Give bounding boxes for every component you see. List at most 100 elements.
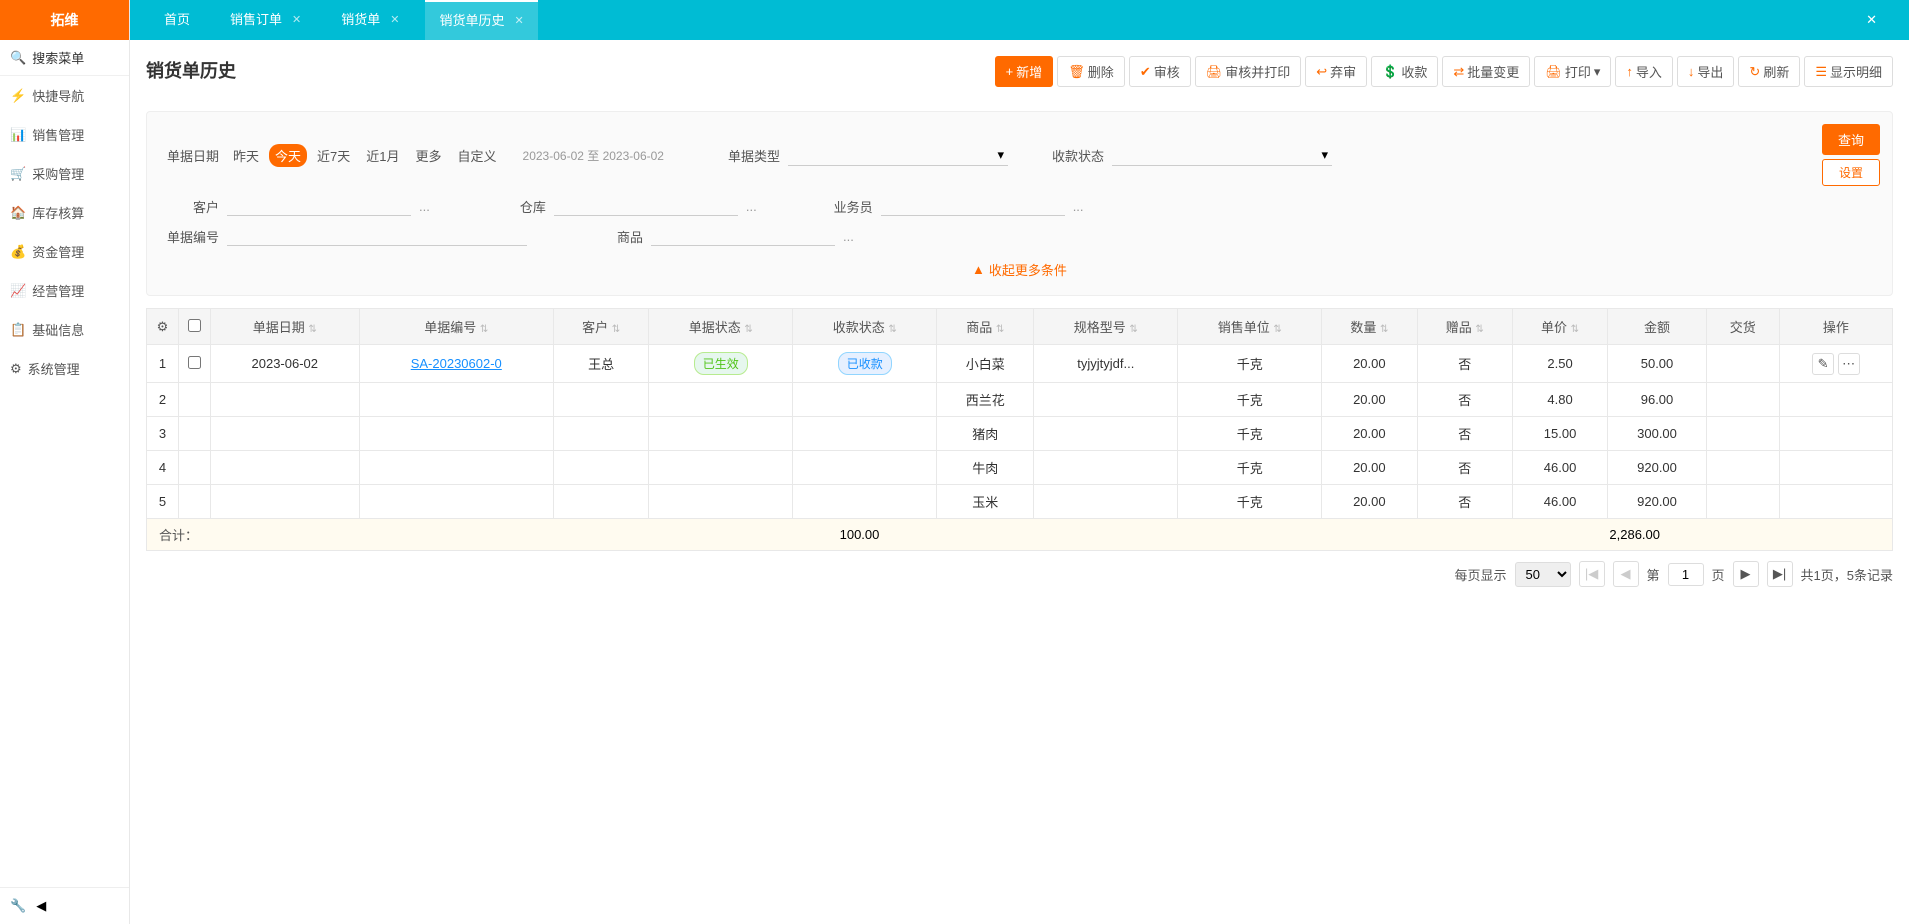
col-pay-status[interactable]: 收款状态 ⇅ (793, 309, 937, 345)
select-all-checkbox[interactable] (188, 319, 201, 332)
sidebar-item-label: 采购管理 (32, 164, 84, 183)
salesperson-input[interactable] (881, 196, 1065, 216)
cell-doc-status: 已生效 (649, 345, 793, 383)
date-quick-buttons: 昨天 今天 近7天 近1月 更多 自定义 (227, 144, 503, 167)
col-gift[interactable]: 赠品 ⇅ (1417, 309, 1512, 345)
cell-pay-status: 已收款 (793, 345, 937, 383)
sidebar-item-sys-mgmt[interactable]: ⚙ 系统管理 (0, 349, 129, 388)
close-tab-sales-history[interactable]: ✕ (515, 1, 524, 41)
salesperson-dots[interactable]: ... (1073, 199, 1084, 214)
sidebar-item-purchase-mgmt[interactable]: 🛒 采购管理 (0, 154, 129, 193)
col-doc-no[interactable]: 单据编号 ⇅ (359, 309, 553, 345)
sidebar-item-fund-mgmt[interactable]: 💰 资金管理 (0, 232, 129, 271)
cell-qty: 20.00 (1322, 485, 1417, 519)
col-spec[interactable]: 规格型号 ⇅ (1034, 309, 1178, 345)
collect-button[interactable]: 💲 收款 (1371, 56, 1438, 87)
date-btn-custom[interactable]: 自定义 (452, 144, 503, 167)
import-label: 导入 (1636, 62, 1662, 81)
abandon-button[interactable]: ↩ 弃审 (1305, 56, 1367, 87)
tab-home[interactable]: 首页 (150, 0, 204, 40)
money-icon: 💰 (10, 244, 26, 260)
tab-sales-goods[interactable]: 销货单 ✕ (327, 0, 413, 40)
close-tab-sales-order[interactable]: ✕ (292, 0, 301, 40)
delete-button[interactable]: 🗑 删除 (1057, 56, 1125, 87)
sidebar-item-basic-info[interactable]: 📋 基础信息 (0, 310, 129, 349)
last-page-btn[interactable]: ▶| (1767, 561, 1793, 587)
cell-checkbox[interactable] (179, 417, 211, 451)
col-qty[interactable]: 数量 ⇅ (1322, 309, 1417, 345)
prev-page-btn[interactable]: ◀ (1613, 561, 1639, 587)
refresh-button[interactable]: ↻ 刷新 (1738, 56, 1800, 87)
settings-bottom-icon[interactable]: 🔧 (10, 898, 26, 914)
total-info: 共1页，5条记录 (1801, 565, 1893, 584)
cell-checkbox[interactable] (179, 485, 211, 519)
cell-doc-no (359, 451, 553, 485)
cell-price: 4.80 (1512, 383, 1607, 417)
date-btn-7days[interactable]: 近7天 (311, 144, 356, 167)
collapse-sidebar-icon[interactable]: ◀ (36, 898, 46, 914)
goods-input[interactable] (651, 226, 835, 246)
date-btn-1month[interactable]: 近1月 (360, 144, 405, 167)
col-qty-label: 数量 (1350, 320, 1376, 335)
audit-print-button[interactable]: 🖨 审核并打印 (1195, 56, 1302, 87)
next-page-btn[interactable]: ▶ (1733, 561, 1759, 587)
col-price[interactable]: 单价 ⇅ (1512, 309, 1607, 345)
page-input[interactable] (1668, 563, 1704, 586)
date-btn-more[interactable]: 更多 (410, 144, 448, 167)
new-button[interactable]: + 新增 (995, 56, 1054, 87)
col-customer[interactable]: 客户 ⇅ (553, 309, 648, 345)
export-button[interactable]: ↓ 导出 (1677, 56, 1735, 87)
col-date[interactable]: 单据日期 ⇅ (211, 309, 360, 345)
collapse-filter-btn[interactable]: ▲ 收起更多条件 (159, 256, 1880, 283)
cell-checkbox[interactable] (179, 345, 211, 383)
goods-dots[interactable]: ... (843, 229, 854, 244)
date-btn-today[interactable]: 今天 (269, 144, 307, 167)
table-settings-icon[interactable]: ⚙ (157, 319, 169, 334)
row-checkbox[interactable] (188, 356, 201, 369)
settings-button[interactable]: 设置 (1822, 159, 1880, 186)
sidebar-item-inventory[interactable]: 🏠 库存核算 (0, 193, 129, 232)
cell-checkbox[interactable] (179, 451, 211, 485)
sidebar-item-quick-nav[interactable]: ⚡ 快捷导航 (0, 76, 129, 115)
print-button[interactable]: 🖨 打印 ▾ (1534, 56, 1611, 87)
audit-button[interactable]: ✔ 审核 (1129, 56, 1191, 87)
customer-label: 客户 (159, 197, 219, 216)
doc-no-link[interactable]: SA-20230602-0 (411, 356, 502, 371)
tab-sales-history[interactable]: 销货单历史 ✕ (425, 0, 537, 40)
close-all-tabs[interactable]: ✕ (1854, 12, 1889, 28)
sidebar-item-ops-mgmt[interactable]: 📈 经营管理 (0, 271, 129, 310)
sidebar-item-search-menu[interactable]: 🔍 搜索菜单 (0, 40, 129, 76)
query-button[interactable]: 查询 (1822, 124, 1880, 155)
col-goods[interactable]: 商品 ⇅ (937, 309, 1034, 345)
doc-no-input[interactable] (227, 226, 527, 246)
col-settings[interactable]: ⚙ (147, 309, 179, 345)
close-tab-sales-goods[interactable]: ✕ (390, 0, 399, 40)
cell-checkbox[interactable] (179, 383, 211, 417)
batch-change-button[interactable]: ⇄ 批量变更 (1442, 56, 1530, 87)
col-doc-status[interactable]: 单据状态 ⇅ (649, 309, 793, 345)
tab-sales-order[interactable]: 销售订单 ✕ (216, 0, 315, 40)
doc-type-select[interactable]: ▾ (788, 145, 1008, 166)
customer-dots[interactable]: ... (419, 199, 430, 214)
more-btn[interactable]: ⋯ (1838, 353, 1860, 375)
cell-ops (1779, 451, 1892, 485)
warehouse-input[interactable] (554, 196, 738, 216)
table-footer: 合计： 100.00 2,286.00 (146, 519, 1893, 551)
col-checkbox[interactable] (179, 309, 211, 345)
import-button[interactable]: ↑ 导入 (1615, 56, 1673, 87)
warehouse-dots[interactable]: ... (746, 199, 757, 214)
date-btn-yesterday[interactable]: 昨天 (227, 144, 265, 167)
first-page-btn[interactable]: |◀ (1579, 561, 1605, 587)
col-unit[interactable]: 销售单位 ⇅ (1178, 309, 1322, 345)
edit-btn[interactable]: ✎ (1812, 353, 1834, 375)
sidebar-item-sales-mgmt[interactable]: 📊 销售管理 (0, 115, 129, 154)
cell-trade (1706, 417, 1779, 451)
cell-gift: 否 (1417, 485, 1512, 519)
payment-status-select[interactable]: ▾ (1112, 145, 1332, 166)
filter-row-3: 单据编号 商品 ... (159, 226, 1880, 246)
cell-customer (553, 417, 648, 451)
show-detail-button[interactable]: ☰ 显示明细 (1804, 56, 1893, 87)
page-size-select[interactable]: 20 50 100 (1515, 562, 1571, 587)
customer-input[interactable] (227, 196, 411, 216)
cell-date (211, 417, 360, 451)
